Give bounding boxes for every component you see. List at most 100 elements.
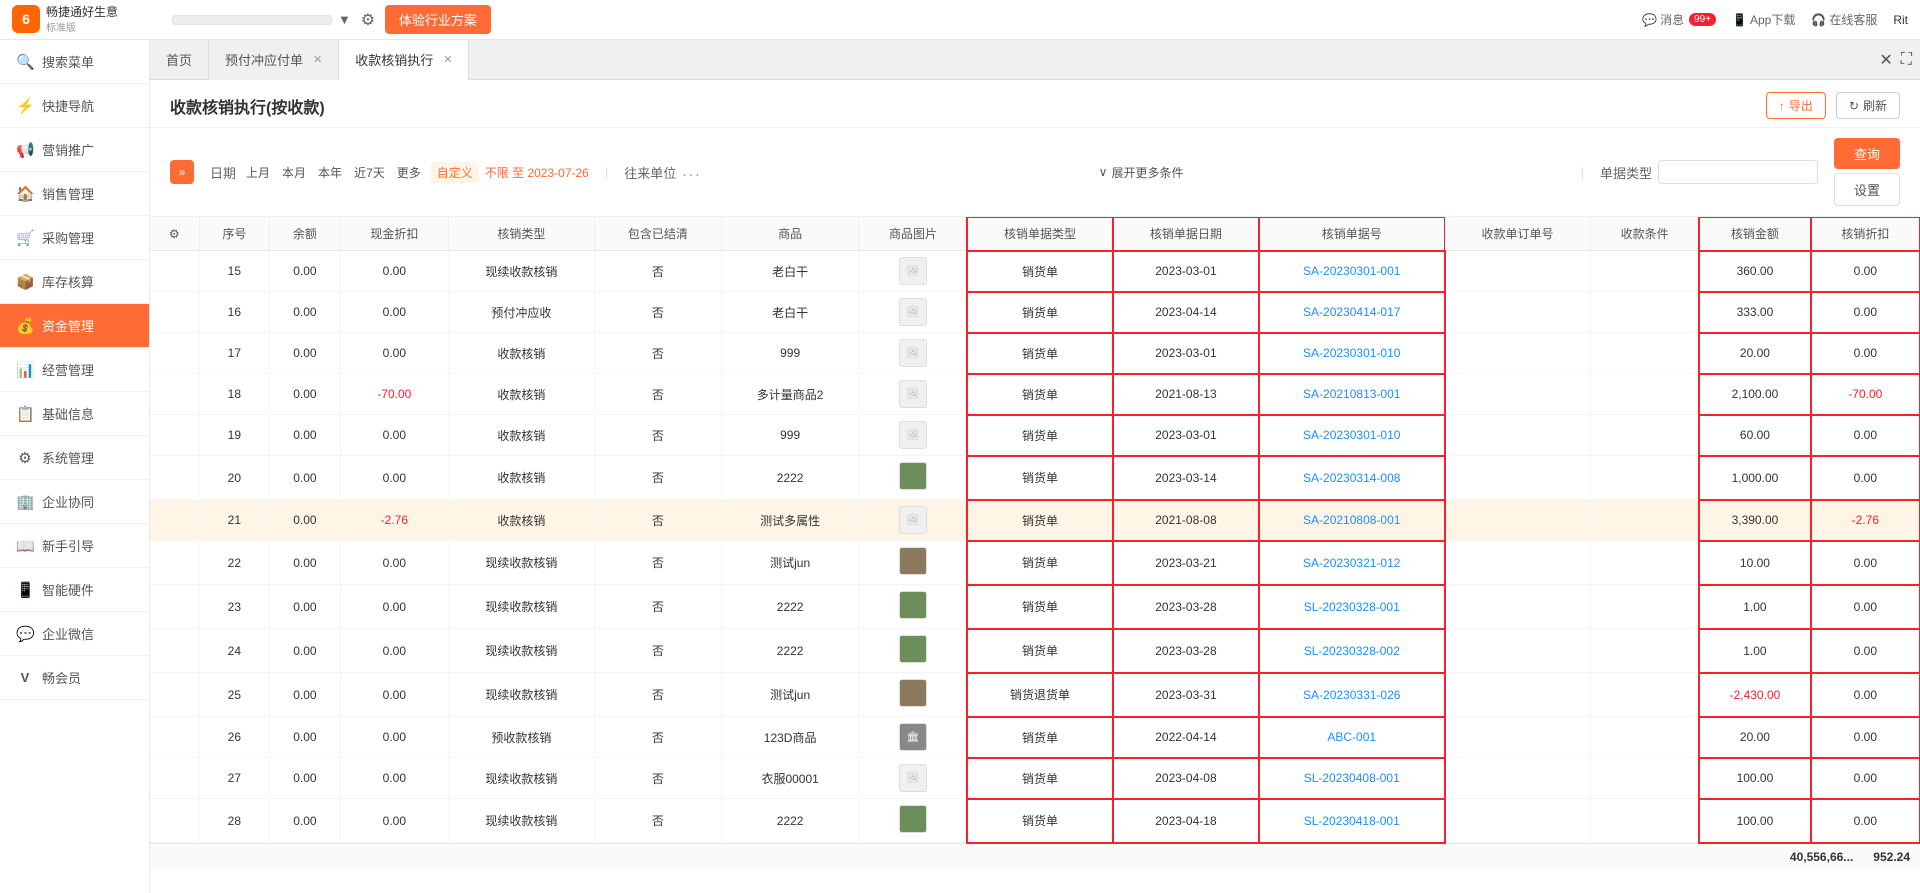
cell-num: 15: [199, 251, 270, 292]
sidebar-item-member[interactable]: V 畅会员: [0, 656, 149, 700]
cell-writeoff-no[interactable]: SA-20230314-008: [1259, 456, 1445, 500]
table-row[interactable]: 27 0.00 0.00 现续收款核销 否 衣服00001 🖼 销货单 2023…: [150, 758, 1920, 799]
cell-writeoff-type: 预付冲应收: [448, 292, 594, 333]
tab-prepay-close[interactable]: ✕: [313, 53, 322, 66]
writeoff-no-link[interactable]: SA-20210808-001: [1303, 513, 1400, 527]
cell-settings: [150, 673, 199, 717]
sidebar-item-business[interactable]: 📊 经营管理: [0, 348, 149, 392]
table-row[interactable]: 26 0.00 0.00 预收款核销 否 123D商品 🏛 销货单 2022-0…: [150, 717, 1920, 758]
cell-writeoff-amount: 100.00: [1699, 758, 1811, 799]
tab-prepay[interactable]: 预付冲应付单 ✕: [209, 40, 339, 80]
table-row[interactable]: 22 0.00 0.00 现续收款核销 否 测试jun 销货单 2023-03-…: [150, 541, 1920, 585]
tab-home[interactable]: 首页: [150, 40, 209, 80]
sidebar-item-inventory[interactable]: 📦 库存核算: [0, 260, 149, 304]
date-btn-more[interactable]: 更多: [393, 162, 425, 183]
writeoff-no-link[interactable]: SL-20230418-001: [1304, 814, 1400, 828]
cell-writeoff-no[interactable]: SA-20210813-001: [1259, 374, 1445, 415]
cell-writeoff-no[interactable]: SL-20230328-001: [1259, 585, 1445, 629]
cell-writeoff-no[interactable]: SL-20230418-001: [1259, 799, 1445, 843]
tab-expand-btn[interactable]: ⛶: [1901, 51, 1912, 69]
filter-toggle-btn[interactable]: »: [170, 160, 194, 184]
custom-date-btn[interactable]: 自定义: [431, 162, 479, 183]
table-row[interactable]: 17 0.00 0.00 收款核销 否 999 🖼 销货单 2023-03-01…: [150, 333, 1920, 374]
refresh-btn[interactable]: ↻ 刷新: [1836, 92, 1900, 119]
table-row[interactable]: 19 0.00 0.00 收款核销 否 999 🖼 销货单 2023-03-01…: [150, 415, 1920, 456]
query-btn[interactable]: 查询: [1834, 138, 1900, 169]
app-download-area[interactable]: 📱 App下载: [1732, 11, 1795, 28]
table-row[interactable]: 25 0.00 0.00 现续收款核销 否 测试jun 销货退货单 2023-0…: [150, 673, 1920, 717]
writeoff-no-link[interactable]: SL-20230408-001: [1304, 771, 1400, 785]
writeoff-no-link[interactable]: SA-20230321-012: [1303, 556, 1400, 570]
col-settings[interactable]: ⚙: [150, 217, 199, 251]
writeoff-no-link[interactable]: SA-20230331-026: [1303, 688, 1400, 702]
cell-writeoff-no[interactable]: SA-20230301-010: [1259, 333, 1445, 374]
table-row[interactable]: 24 0.00 0.00 现续收款核销 否 2222 销货单 2023-03-2…: [150, 629, 1920, 673]
table-row[interactable]: 16 0.00 0.00 预付冲应收 否 老白干 🖼 销货单 2023-04-1…: [150, 292, 1920, 333]
writeoff-no-link[interactable]: SA-20230301-010: [1303, 428, 1400, 442]
cell-writeoff-no[interactable]: SA-20230301-001: [1259, 251, 1445, 292]
export-btn[interactable]: ↑ 导出: [1766, 92, 1826, 119]
sidebar-item-basic-info[interactable]: 📋 基础信息: [0, 392, 149, 436]
expand-btn[interactable]: ∨ 展开更多条件: [1099, 164, 1184, 181]
writeoff-no-link[interactable]: SA-20210813-001: [1303, 387, 1400, 401]
cell-collection-order-no: [1445, 799, 1591, 843]
cell-writeoff-no[interactable]: SL-20230408-001: [1259, 758, 1445, 799]
cell-goods: 2222: [721, 585, 859, 629]
date-btn-last-month[interactable]: 上月: [242, 162, 274, 183]
sidebar-label-wechat: 企业微信: [42, 624, 94, 643]
sidebar-item-purchase[interactable]: 🛒 采购管理: [0, 216, 149, 260]
cell-writeoff-no[interactable]: SL-20230328-002: [1259, 629, 1445, 673]
tab-collection-close[interactable]: ✕: [443, 53, 452, 66]
online-service-area[interactable]: 🎧 在线客服: [1811, 11, 1877, 28]
writeoff-no-link[interactable]: SA-20230414-017: [1303, 305, 1400, 319]
col-num: 序号: [199, 217, 270, 251]
table-row[interactable]: 20 0.00 0.00 收款核销 否 2222 销货单 2023-03-14 …: [150, 456, 1920, 500]
settings-icon[interactable]: ⚙: [357, 9, 379, 31]
tab-close-all-btn[interactable]: ✕: [1879, 50, 1892, 70]
date-btn-this-month[interactable]: 本月: [278, 162, 310, 183]
finance-icon: 💰: [16, 317, 34, 335]
cell-writeoff-type: 现续收款核销: [448, 629, 594, 673]
cell-writeoff-no[interactable]: SA-20230321-012: [1259, 541, 1445, 585]
dropdown-arrow-icon[interactable]: ▼: [338, 12, 351, 27]
cell-writeoff-no[interactable]: ABC-001: [1259, 717, 1445, 758]
writeoff-no-link[interactable]: SL-20230328-001: [1304, 600, 1400, 614]
cell-goods: 测试多属性: [721, 500, 859, 541]
voucher-type-select[interactable]: [1658, 160, 1818, 184]
sidebar-item-enterprise[interactable]: 🏢 企业协同: [0, 480, 149, 524]
sidebar-item-guide[interactable]: 📖 新手引导: [0, 524, 149, 568]
writeoff-no-link[interactable]: SA-20230301-010: [1303, 346, 1400, 360]
cell-writeoff-no[interactable]: SA-20230414-017: [1259, 292, 1445, 333]
table-row[interactable]: 28 0.00 0.00 现续收款核销 否 2222 销货单 2023-04-1…: [150, 799, 1920, 843]
sidebar-item-wechat[interactable]: 💬 企业微信: [0, 612, 149, 656]
date-btn-7days[interactable]: 近7天: [350, 162, 389, 183]
sidebar-item-finance[interactable]: 💰 资金管理: [0, 304, 149, 348]
search-icon: 🔍: [16, 53, 34, 71]
notification-area[interactable]: 💬 消息 99+: [1642, 11, 1716, 28]
sidebar-item-marketing[interactable]: 📢 营销推广: [0, 128, 149, 172]
sidebar-item-system[interactable]: ⚙ 系统管理: [0, 436, 149, 480]
writeoff-no-link[interactable]: ABC-001: [1327, 730, 1376, 744]
cell-writeoff-no[interactable]: SA-20210808-001: [1259, 500, 1445, 541]
sidebar-item-quick-nav[interactable]: ⚡ 快捷导航: [0, 84, 149, 128]
cell-writeoff-no[interactable]: SA-20230301-010: [1259, 415, 1445, 456]
table-row[interactable]: 15 0.00 0.00 现续收款核销 否 老白干 🖼 销货单 2023-03-…: [150, 251, 1920, 292]
date-btn-this-year[interactable]: 本年: [314, 162, 346, 183]
cell-writeoff-discount: -2.76: [1811, 500, 1919, 541]
tab-collection[interactable]: 收款核销执行 ✕: [339, 40, 469, 80]
table-row[interactable]: 23 0.00 0.00 现续收款核销 否 2222 销货单 2023-03-2…: [150, 585, 1920, 629]
writeoff-no-link[interactable]: SA-20230314-008: [1303, 471, 1400, 485]
sidebar-item-sales[interactable]: 🏠 销售管理: [0, 172, 149, 216]
sidebar-label-inventory: 库存核算: [42, 272, 94, 291]
user-label[interactable]: Rit: [1893, 13, 1908, 27]
table-row[interactable]: 21 0.00 -2.76 收款核销 否 测试多属性 🖼 销货单 2021-08…: [150, 500, 1920, 541]
sidebar-item-search[interactable]: 🔍 搜索菜单: [0, 40, 149, 84]
sidebar-item-hardware[interactable]: 📱 智能硬件: [0, 568, 149, 612]
cell-writeoff-no[interactable]: SA-20230331-026: [1259, 673, 1445, 717]
divider1: |: [605, 165, 608, 180]
writeoff-no-link[interactable]: SA-20230301-001: [1303, 264, 1400, 278]
setting-btn[interactable]: 设置: [1834, 173, 1900, 206]
writeoff-no-link[interactable]: SL-20230328-002: [1304, 644, 1400, 658]
industry-btn[interactable]: 体验行业方案: [385, 5, 491, 34]
table-row[interactable]: 18 0.00 -70.00 收款核销 否 多计量商品2 🖼 销货单 2021-…: [150, 374, 1920, 415]
